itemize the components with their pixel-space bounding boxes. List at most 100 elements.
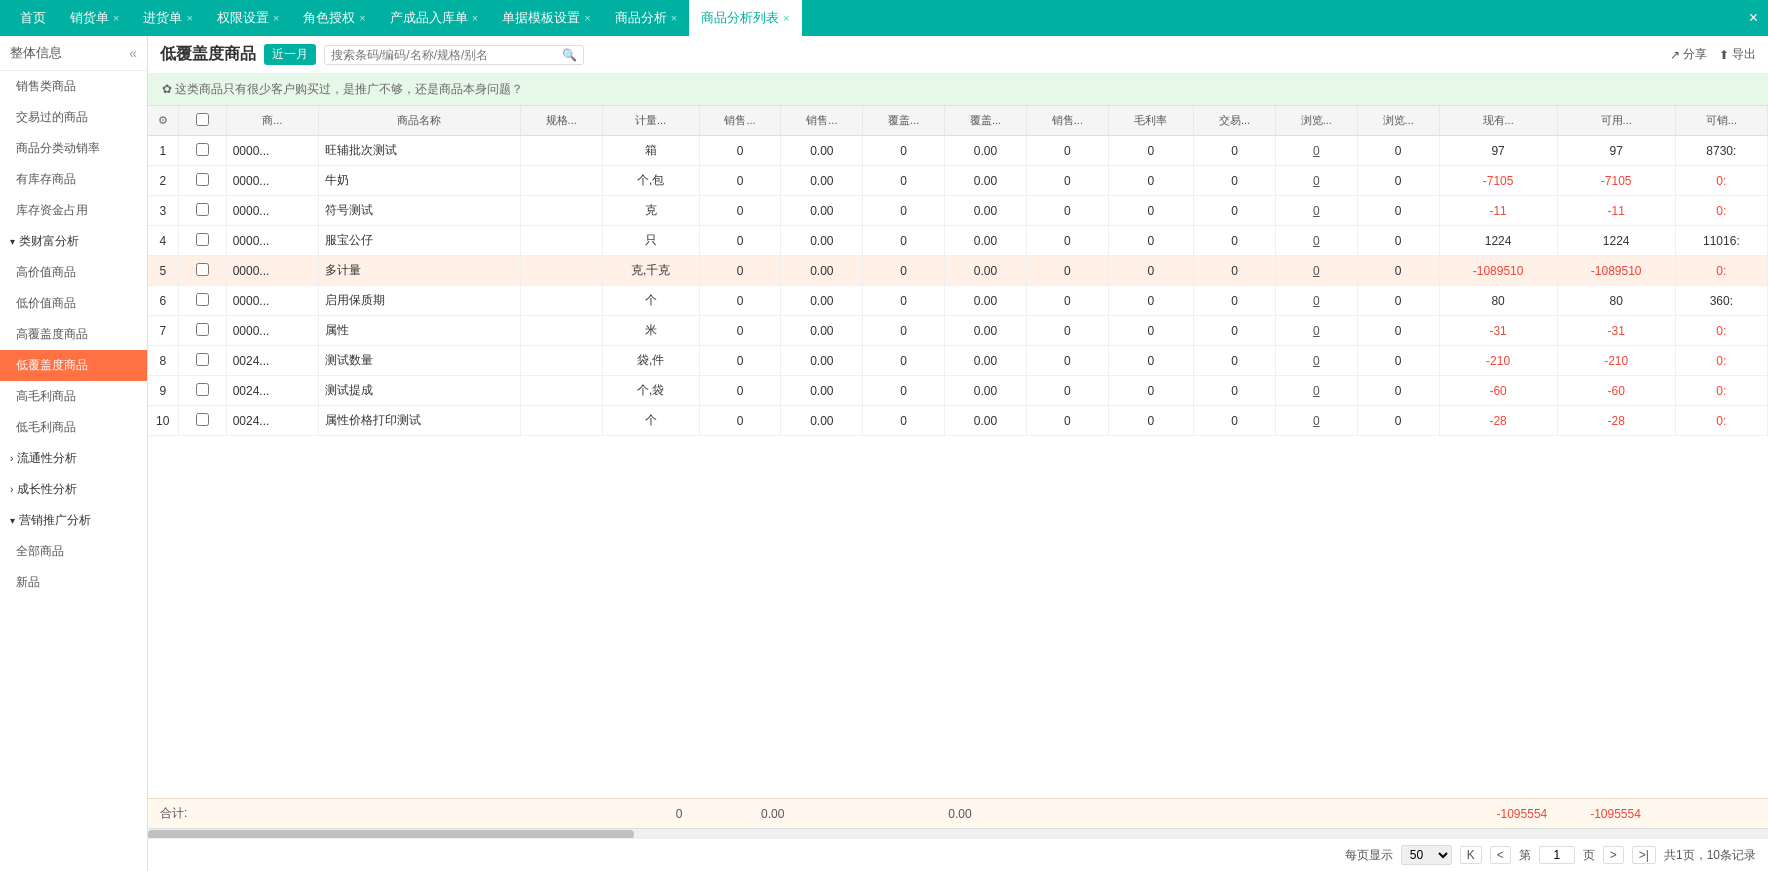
sidebar-item-all-goods[interactable]: 全部商品 — [0, 536, 147, 567]
row-checkbox[interactable] — [178, 406, 226, 436]
row-browse1[interactable]: 0 — [1275, 136, 1357, 166]
last-page-button[interactable]: >| — [1632, 846, 1656, 864]
sidebar-section-circulation[interactable]: › 流通性分析 — [0, 443, 147, 474]
nav-tab-analysis-list-close[interactable]: × — [783, 12, 789, 24]
row-select-checkbox[interactable] — [196, 263, 209, 276]
first-page-button[interactable]: K — [1460, 846, 1482, 864]
search-input[interactable] — [331, 48, 562, 62]
row-checkbox[interactable] — [178, 316, 226, 346]
sidebar-item-in-stock[interactable]: 有库存商品 — [0, 164, 147, 195]
nav-tab-permission[interactable]: 权限设置 × — [205, 0, 291, 36]
row-browse1[interactable]: 0 — [1275, 196, 1357, 226]
page-size-select[interactable]: 50 100 200 — [1401, 845, 1452, 865]
nav-tab-product-warehouse[interactable]: 产成品入库单 × — [378, 0, 490, 36]
row-name[interactable]: 服宝公仔 — [318, 226, 520, 256]
row-checkbox[interactable] — [178, 166, 226, 196]
row-name[interactable]: 测试数量 — [318, 346, 520, 376]
row-select-checkbox[interactable] — [196, 323, 209, 336]
sidebar-item-sales-goods[interactable]: 销售类商品 — [0, 71, 147, 102]
sidebar-item-low-value[interactable]: 低价值商品 — [0, 288, 147, 319]
nav-close-all-button[interactable]: × — [1749, 9, 1758, 27]
row-name[interactable]: 旺辅批次测试 — [318, 136, 520, 166]
row-select-checkbox[interactable] — [196, 233, 209, 246]
sidebar-item-high-value[interactable]: 高价值商品 — [0, 257, 147, 288]
sidebar-item-low-coverage[interactable]: 低覆盖度商品 — [0, 350, 147, 381]
col-trade[interactable]: 交易... — [1194, 106, 1276, 136]
time-filter-button[interactable]: 近一月 — [264, 44, 316, 65]
row-name[interactable]: 属性 — [318, 316, 520, 346]
sidebar-item-traded-goods[interactable]: 交易过的商品 — [0, 102, 147, 133]
col-coverage1[interactable]: 覆盖... — [863, 106, 945, 136]
row-select-checkbox[interactable] — [196, 293, 209, 306]
nav-tab-analysis-close[interactable]: × — [671, 12, 677, 24]
row-browse1[interactable]: 0 — [1275, 346, 1357, 376]
sidebar-section-marketing[interactable]: ▾ 营销推广分析 — [0, 505, 147, 536]
nav-tab-sales-close[interactable]: × — [113, 12, 119, 24]
col-saleable[interactable]: 可销... — [1675, 106, 1767, 136]
row-browse1[interactable]: 0 — [1275, 256, 1357, 286]
nav-tab-permission-close[interactable]: × — [273, 12, 279, 24]
col-available[interactable]: 可用... — [1557, 106, 1675, 136]
col-settings[interactable]: ⚙ — [148, 106, 178, 136]
prev-page-button[interactable]: < — [1490, 846, 1511, 864]
row-checkbox[interactable] — [178, 256, 226, 286]
nav-tab-role[interactable]: 角色授权 × — [291, 0, 377, 36]
nav-tab-purchase[interactable]: 进货单 × — [131, 0, 204, 36]
share-button[interactable]: ↗ 分享 — [1670, 46, 1707, 63]
col-current[interactable]: 现有... — [1439, 106, 1557, 136]
row-browse1[interactable]: 0 — [1275, 166, 1357, 196]
col-name[interactable]: 商品名称 — [318, 106, 520, 136]
row-checkbox[interactable] — [178, 226, 226, 256]
row-browse1[interactable]: 0 — [1275, 226, 1357, 256]
col-sales-x[interactable]: 销售... — [1026, 106, 1108, 136]
row-select-checkbox[interactable] — [196, 413, 209, 426]
row-browse1[interactable]: 0 — [1275, 376, 1357, 406]
sidebar-item-stock-capital[interactable]: 库存资金占用 — [0, 195, 147, 226]
sidebar-section-wealth[interactable]: ▾ 类财富分析 — [0, 226, 147, 257]
col-browse2[interactable]: 浏览... — [1357, 106, 1439, 136]
page-input[interactable] — [1539, 846, 1575, 864]
row-name[interactable]: 属性价格打印测试 — [318, 406, 520, 436]
sidebar-item-new-goods[interactable]: 新品 — [0, 567, 147, 598]
row-browse1[interactable]: 0 — [1275, 286, 1357, 316]
row-checkbox[interactable] — [178, 346, 226, 376]
row-browse1[interactable]: 0 — [1275, 316, 1357, 346]
row-checkbox[interactable] — [178, 376, 226, 406]
next-page-button[interactable]: > — [1603, 846, 1624, 864]
col-browse1[interactable]: 浏览... — [1275, 106, 1357, 136]
row-select-checkbox[interactable] — [196, 143, 209, 156]
row-select-checkbox[interactable] — [196, 203, 209, 216]
col-spec[interactable]: 规格... — [520, 106, 602, 136]
export-button[interactable]: ⬆ 导出 — [1719, 46, 1756, 63]
sidebar-section-growth[interactable]: › 成长性分析 — [0, 474, 147, 505]
sidebar-item-category-rate[interactable]: 商品分类动销率 — [0, 133, 147, 164]
nav-tab-product-warehouse-close[interactable]: × — [472, 12, 478, 24]
sidebar-item-high-coverage[interactable]: 高覆盖度商品 — [0, 319, 147, 350]
row-select-checkbox[interactable] — [196, 353, 209, 366]
sidebar-item-high-margin[interactable]: 高毛利商品 — [0, 381, 147, 412]
col-sales-qty[interactable]: 销售... — [699, 106, 781, 136]
row-name[interactable]: 符号测试 — [318, 196, 520, 226]
row-name[interactable]: 启用保质期 — [318, 286, 520, 316]
row-name[interactable]: 牛奶 — [318, 166, 520, 196]
row-name[interactable]: 多计量 — [318, 256, 520, 286]
row-checkbox[interactable] — [178, 136, 226, 166]
col-code[interactable]: 商... — [226, 106, 318, 136]
col-gross-rate[interactable]: 毛利率 — [1108, 106, 1193, 136]
horizontal-scrollbar[interactable] — [148, 828, 1768, 838]
search-icon[interactable]: 🔍 — [562, 48, 577, 62]
row-checkbox[interactable] — [178, 286, 226, 316]
row-name[interactable]: 测试提成 — [318, 376, 520, 406]
select-all-checkbox[interactable] — [196, 113, 209, 126]
nav-tab-template-close[interactable]: × — [584, 12, 590, 24]
sidebar-collapse-button[interactable]: « — [129, 45, 137, 61]
col-unit[interactable]: 计量... — [602, 106, 699, 136]
nav-tab-analysis[interactable]: 商品分析 × — [603, 0, 689, 36]
nav-tab-purchase-close[interactable]: × — [186, 12, 192, 24]
nav-tab-template[interactable]: 单据模板设置 × — [490, 0, 602, 36]
sidebar-item-low-margin[interactable]: 低毛利商品 — [0, 412, 147, 443]
nav-tab-analysis-list[interactable]: 商品分析列表 × — [689, 0, 801, 36]
col-coverage2[interactable]: 覆盖... — [945, 106, 1027, 136]
col-sales-amt[interactable]: 销售... — [781, 106, 863, 136]
row-checkbox[interactable] — [178, 196, 226, 226]
